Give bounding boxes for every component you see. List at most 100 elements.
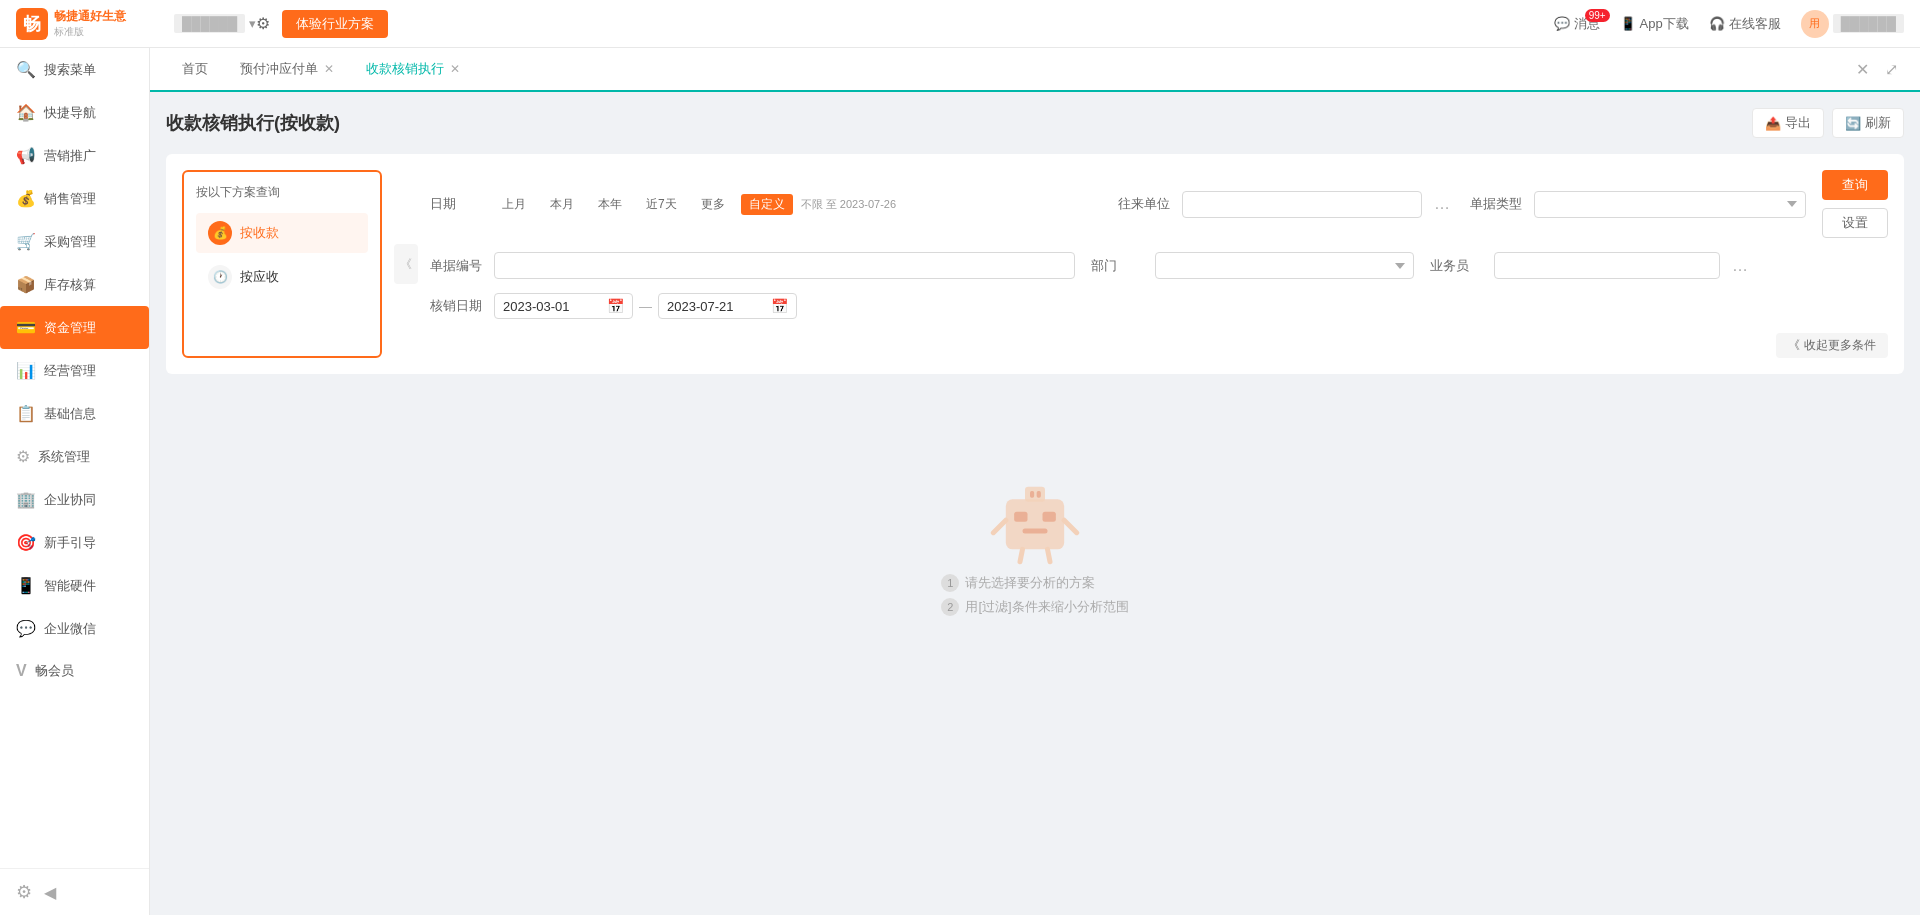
sidebar-item-sales[interactable]: 💰 销售管理 — [0, 177, 149, 220]
sidebar-item-purchase[interactable]: 🛒 采购管理 — [0, 220, 149, 263]
writeoff-date-end[interactable] — [667, 299, 767, 314]
writeoff-date-range: 📅 — 📅 — [494, 293, 797, 319]
marketing-icon: 📢 — [16, 146, 36, 165]
filter-option-by-receipt[interactable]: 💰 按收款 — [196, 213, 368, 253]
sidebar-item-marketing[interactable]: 📢 营销推广 — [0, 134, 149, 177]
svg-rect-2 — [1043, 512, 1056, 522]
receivable-icon: 🕐 — [208, 265, 232, 289]
filter-row-2: 单据编号 部门 业务员 — [430, 252, 1888, 279]
partner-more-btn[interactable]: … — [1430, 195, 1454, 213]
date-btn-more[interactable]: 更多 — [693, 194, 733, 215]
headset-icon: 🎧 — [1709, 16, 1725, 31]
wecom-icon: 💬 — [16, 619, 36, 638]
tab-prepay[interactable]: 预付冲应付单 ✕ — [224, 48, 350, 92]
sidebar-item-guide[interactable]: 🎯 新手引导 — [0, 521, 149, 564]
sidebar-item-inventory[interactable]: 📦 库存核算 — [0, 263, 149, 306]
writeoff-date-label: 核销日期 — [430, 297, 486, 315]
messages-button[interactable]: 💬 消息 99+ — [1554, 15, 1600, 33]
doc-type-select[interactable] — [1534, 191, 1806, 218]
logo-icon: 畅 — [16, 8, 48, 40]
sidebar-item-system[interactable]: ⚙ 系统管理 — [0, 435, 149, 478]
svg-rect-3 — [1023, 529, 1048, 534]
member-icon: V — [16, 662, 27, 680]
main-content: 首页 预付冲应付单 ✕ 收款核销执行 ✕ ✕ ⤢ 收款核销执行(按收款) — [150, 48, 1920, 915]
filter-fields: 日期 上月 本月 本年 近7天 更多 自定义 不限 至 2023-07-26 — [430, 170, 1888, 358]
gear-button[interactable]: ⚙ — [256, 14, 270, 33]
writeoff-date-start[interactable] — [503, 299, 603, 314]
topbar: 畅 畅捷通好生意 标准版 ██████ ▾ ⚙ 体验行业方案 💬 消息 99+ … — [0, 0, 1920, 48]
svg-rect-6 — [1037, 491, 1041, 498]
date-btn-7days[interactable]: 近7天 — [638, 194, 685, 215]
date-field: 日期 上月 本月 本年 近7天 更多 自定义 不限 至 2023-07-26 — [430, 194, 1102, 215]
query-button[interactable]: 查询 — [1822, 170, 1888, 200]
tab-prepay-close[interactable]: ✕ — [324, 62, 334, 76]
sidebar-item-finance[interactable]: 💳 资金管理 — [0, 306, 149, 349]
doc-no-label: 单据编号 — [430, 257, 486, 275]
sidebar-item-member[interactable]: V 畅会员 — [0, 650, 149, 692]
writeoff-date-field: 核销日期 📅 — 📅 — [430, 293, 1083, 319]
collapse-sidebar-btn[interactable]: ◀ — [44, 883, 56, 902]
svg-line-10 — [1048, 549, 1051, 562]
inventory-icon: 📦 — [16, 275, 36, 294]
sidebar-bottom: ⚙ ◀ — [0, 868, 149, 915]
purchase-icon: 🛒 — [16, 232, 36, 251]
expand-icon[interactable]: ⤢ — [1879, 60, 1904, 79]
logo: 畅 畅捷通好生意 标准版 — [16, 8, 166, 40]
export-button[interactable]: 📤 导出 — [1752, 108, 1824, 138]
tip-num-1: 1 — [941, 574, 959, 592]
sidebar-item-quick-nav[interactable]: 🏠 快捷导航 — [0, 91, 149, 134]
close-tab-icon[interactable]: ✕ — [1850, 60, 1875, 79]
refresh-button[interactable]: 🔄 刷新 — [1832, 108, 1904, 138]
tab-receipt-writeoff[interactable]: 收款核销执行 ✕ — [350, 48, 476, 92]
page-actions: 📤 导出 🔄 刷新 — [1752, 108, 1904, 138]
tab-home[interactable]: 首页 — [166, 48, 224, 92]
date-note: 不限 至 2023-07-26 — [801, 197, 896, 212]
operation-icon: 📊 — [16, 361, 36, 380]
hardware-icon: 📱 — [16, 576, 36, 595]
partner-input[interactable] — [1182, 191, 1422, 218]
calendar-end-icon[interactable]: 📅 — [771, 298, 788, 314]
receipt-icon: 💰 — [208, 221, 232, 245]
sidebar-item-wecom[interactable]: 💬 企业微信 — [0, 607, 149, 650]
sidebar-item-hardware[interactable]: 📱 智能硬件 — [0, 564, 149, 607]
sidebar-item-search[interactable]: 🔍 搜索菜单 — [0, 48, 149, 91]
finance-icon: 💳 — [16, 318, 36, 337]
online-service-button[interactable]: 🎧 在线客服 — [1709, 15, 1781, 33]
tab-receipt-writeoff-close[interactable]: ✕ — [450, 62, 460, 76]
staff-input[interactable] — [1494, 252, 1721, 279]
user-button[interactable]: 用 ██████ — [1801, 10, 1904, 38]
bottom-settings-icon[interactable]: ⚙ — [16, 881, 32, 903]
date-btn-this-year[interactable]: 本年 — [590, 194, 630, 215]
sidebar-item-basic-info[interactable]: 📋 基础信息 — [0, 392, 149, 435]
collapse-more-button[interactable]: 《 收起更多条件 — [1776, 333, 1888, 358]
filter-scheme-panel: 按以下方案查询 💰 按收款 🕐 按应收 — [182, 170, 382, 358]
calendar-start-icon[interactable]: 📅 — [607, 298, 624, 314]
messages-badge: 99+ — [1585, 9, 1610, 22]
sidebar-item-enterprise[interactable]: 🏢 企业协同 — [0, 478, 149, 521]
svg-rect-4 — [1025, 487, 1045, 502]
sidebar-item-operation[interactable]: 📊 经营管理 — [0, 349, 149, 392]
app-download-button[interactable]: 📱 App下载 — [1620, 15, 1689, 33]
dept-select[interactable] — [1155, 252, 1414, 279]
svg-line-8 — [1064, 520, 1077, 533]
empty-illustration — [985, 466, 1085, 566]
date-btn-last-month[interactable]: 上月 — [494, 194, 534, 215]
collapse-panel-btn[interactable]: 《 — [394, 244, 418, 284]
staff-more-btn[interactable]: … — [1728, 257, 1752, 275]
writeoff-date-start-wrap: 📅 — [494, 293, 633, 319]
doc-no-input[interactable] — [494, 252, 1075, 279]
filter-option-by-receivable[interactable]: 🕐 按应收 — [196, 257, 368, 297]
date-shortcuts: 上月 本月 本年 近7天 更多 自定义 不限 至 2023-07-26 — [494, 194, 896, 215]
date-btn-this-month[interactable]: 本月 — [542, 194, 582, 215]
tabs-actions: ✕ ⤢ — [1850, 60, 1904, 79]
svg-line-9 — [1020, 549, 1023, 562]
dropdown-icon[interactable]: ▾ — [249, 16, 256, 31]
settings-button[interactable]: 设置 — [1822, 208, 1888, 238]
solution-button[interactable]: 体验行业方案 — [282, 10, 388, 38]
doc-type-field: 单据类型 — [1470, 191, 1806, 218]
date-btn-custom[interactable]: 自定义 — [741, 194, 793, 215]
doc-type-label: 单据类型 — [1470, 195, 1526, 213]
date-separator: — — [639, 299, 652, 314]
filter-panel-title: 按以下方案查询 — [196, 184, 368, 201]
svg-rect-1 — [1014, 512, 1027, 522]
